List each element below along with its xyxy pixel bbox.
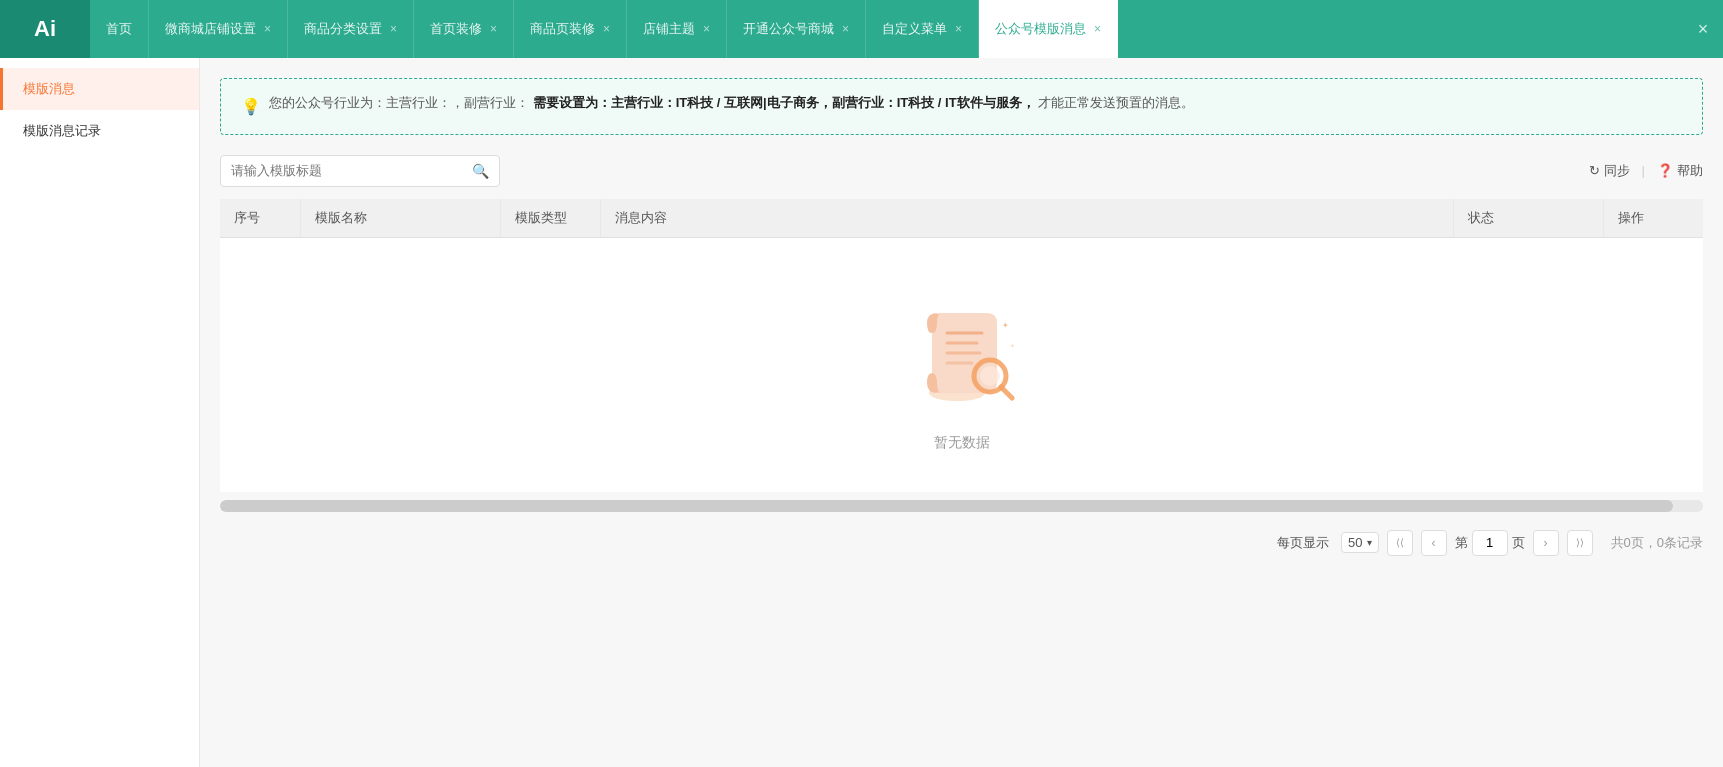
tab-open-mall-label: 开通公众号商城 xyxy=(743,20,834,38)
close-all-button[interactable]: × xyxy=(1683,0,1723,58)
scrollbar-thumb[interactable] xyxy=(220,500,1673,512)
content-area: 💡 您的公众号行业为：主营行业：，副营行业： 需要设置为：主营行业：IT科技 /… xyxy=(200,58,1723,767)
tab-home-decoration-label: 首页装修 xyxy=(430,20,482,38)
page-text-label: 第 xyxy=(1455,534,1468,552)
empty-state: ✦ ✦ 暂无数据 xyxy=(220,238,1703,492)
tab-home[interactable]: 首页 xyxy=(90,0,149,58)
info-banner: 💡 您的公众号行业为：主营行业：，副营行业： 需要设置为：主营行业：IT科技 /… xyxy=(220,78,1703,135)
help-icon: ❓ xyxy=(1657,163,1673,178)
last-page-button[interactable]: ⟩⟩ xyxy=(1567,530,1593,556)
svg-line-7 xyxy=(1001,387,1012,398)
table-header-row: 序号 模版名称 模版类型 消息内容 状态 操作 xyxy=(220,199,1703,238)
tab-shop-settings-close[interactable]: × xyxy=(264,22,271,36)
search-icon[interactable]: 🔍 xyxy=(472,163,489,179)
tab-home-label: 首页 xyxy=(106,20,132,38)
tab-product-decoration-close[interactable]: × xyxy=(603,22,610,36)
tab-shop-settings-label: 微商城店铺设置 xyxy=(165,20,256,38)
empty-state-svg: ✦ ✦ xyxy=(902,298,1022,418)
first-page-button[interactable]: ⟨⟨ xyxy=(1387,530,1413,556)
search-toolbar: 🔍 ↻ 同步 | ❓ 帮助 xyxy=(220,155,1703,187)
tab-store-theme-label: 店铺主题 xyxy=(643,20,695,38)
col-header-action: 操作 xyxy=(1603,199,1703,238)
page-size-value: 50 xyxy=(1348,535,1362,550)
info-banner-text: 您的公众号行业为：主营行业：，副营行业： 需要设置为：主营行业：IT科技 / 互… xyxy=(269,93,1194,114)
sync-icon: ↻ xyxy=(1589,163,1600,178)
col-header-type: 模版类型 xyxy=(500,199,600,238)
svg-point-6 xyxy=(980,366,1000,386)
tab-custom-menu[interactable]: 自定义菜单 × xyxy=(866,0,979,58)
empty-icon: ✦ ✦ xyxy=(902,298,1022,418)
tab-custom-menu-close[interactable]: × xyxy=(955,22,962,36)
search-input[interactable] xyxy=(231,163,472,178)
scrollbar-area[interactable] xyxy=(220,500,1703,512)
tab-category-settings-label: 商品分类设置 xyxy=(304,20,382,38)
page-size-label: 每页显示 xyxy=(1277,534,1329,552)
tab-product-decoration-label: 商品页装修 xyxy=(530,20,595,38)
table-empty-row: ✦ ✦ 暂无数据 xyxy=(220,237,1703,492)
prev-page-button[interactable]: ‹ xyxy=(1421,530,1447,556)
tab-product-decoration[interactable]: 商品页装修 × xyxy=(514,0,627,58)
tab-template-msg-close[interactable]: × xyxy=(1094,22,1101,36)
sidebar-item-template-message[interactable]: 模版消息 xyxy=(0,68,199,110)
sync-label: 同步 xyxy=(1604,162,1630,180)
next-page-button[interactable]: › xyxy=(1533,530,1559,556)
sidebar-item-template-message-record[interactable]: 模版消息记录 xyxy=(0,110,199,152)
page-size-select[interactable]: 50 ▾ xyxy=(1341,532,1378,553)
sidebar: 模版消息 模版消息记录 xyxy=(0,58,200,767)
page-unit-label: 页 xyxy=(1512,534,1525,552)
help-label: 帮助 xyxy=(1677,162,1703,180)
total-info: 共0页，0条记录 xyxy=(1611,534,1703,552)
page-size-dropdown-icon[interactable]: ▾ xyxy=(1367,537,1372,548)
tab-store-theme-close[interactable]: × xyxy=(703,22,710,36)
col-header-content: 消息内容 xyxy=(600,199,1453,238)
data-table: 序号 模版名称 模版类型 消息内容 状态 操作 xyxy=(220,199,1703,492)
col-header-status: 状态 xyxy=(1453,199,1603,238)
page-input-box: 第 页 xyxy=(1455,530,1525,556)
app-logo: Ai xyxy=(0,0,90,58)
svg-text:✦: ✦ xyxy=(1002,321,1009,330)
col-header-name: 模版名称 xyxy=(300,199,500,238)
topbar: Ai 首页 微商城店铺设置 × 商品分类设置 × 首页装修 × 商品页装修 × … xyxy=(0,0,1723,58)
sync-button[interactable]: ↻ 同步 xyxy=(1589,162,1630,180)
tab-home-decoration[interactable]: 首页装修 × xyxy=(414,0,514,58)
pagination: 每页显示 50 ▾ ⟨⟨ ‹ 第 页 › ⟩⟩ 共0页，0条记录 xyxy=(220,520,1703,566)
tab-category-settings[interactable]: 商品分类设置 × xyxy=(288,0,414,58)
bulb-icon: 💡 xyxy=(241,94,261,120)
tab-open-mall-close[interactable]: × xyxy=(842,22,849,36)
info-banner-highlight: 需要设置为：主营行业：IT科技 / 互联网|电子商务，副营行业：IT科技 / I… xyxy=(533,95,1035,110)
tab-custom-menu-label: 自定义菜单 xyxy=(882,20,947,38)
tab-template-msg-label: 公众号模版消息 xyxy=(995,20,1086,38)
toolbar-right: ↻ 同步 | ❓ 帮助 xyxy=(1589,162,1703,180)
main-layout: 模版消息 模版消息记录 💡 您的公众号行业为：主营行业：，副营行业： 需要设置为… xyxy=(0,58,1723,767)
sidebar-item-template-message-label: 模版消息 xyxy=(23,81,75,96)
tab-category-settings-close[interactable]: × xyxy=(390,22,397,36)
tab-home-decoration-close[interactable]: × xyxy=(490,22,497,36)
tab-store-theme[interactable]: 店铺主题 × xyxy=(627,0,727,58)
col-header-index: 序号 xyxy=(220,199,300,238)
tab-template-msg[interactable]: 公众号模版消息 × xyxy=(979,0,1118,58)
search-box: 🔍 xyxy=(220,155,500,187)
svg-text:✦: ✦ xyxy=(1010,343,1015,349)
tab-open-mall[interactable]: 开通公众号商城 × xyxy=(727,0,866,58)
page-number-input[interactable] xyxy=(1472,530,1508,556)
tab-shop-settings[interactable]: 微商城店铺设置 × xyxy=(149,0,288,58)
help-button[interactable]: ❓ 帮助 xyxy=(1657,162,1703,180)
empty-text: 暂无数据 xyxy=(934,434,990,452)
sidebar-item-template-message-record-label: 模版消息记录 xyxy=(23,123,101,138)
toolbar-divider: | xyxy=(1642,163,1645,178)
tab-list: 首页 微商城店铺设置 × 商品分类设置 × 首页装修 × 商品页装修 × 店铺主… xyxy=(90,0,1683,58)
